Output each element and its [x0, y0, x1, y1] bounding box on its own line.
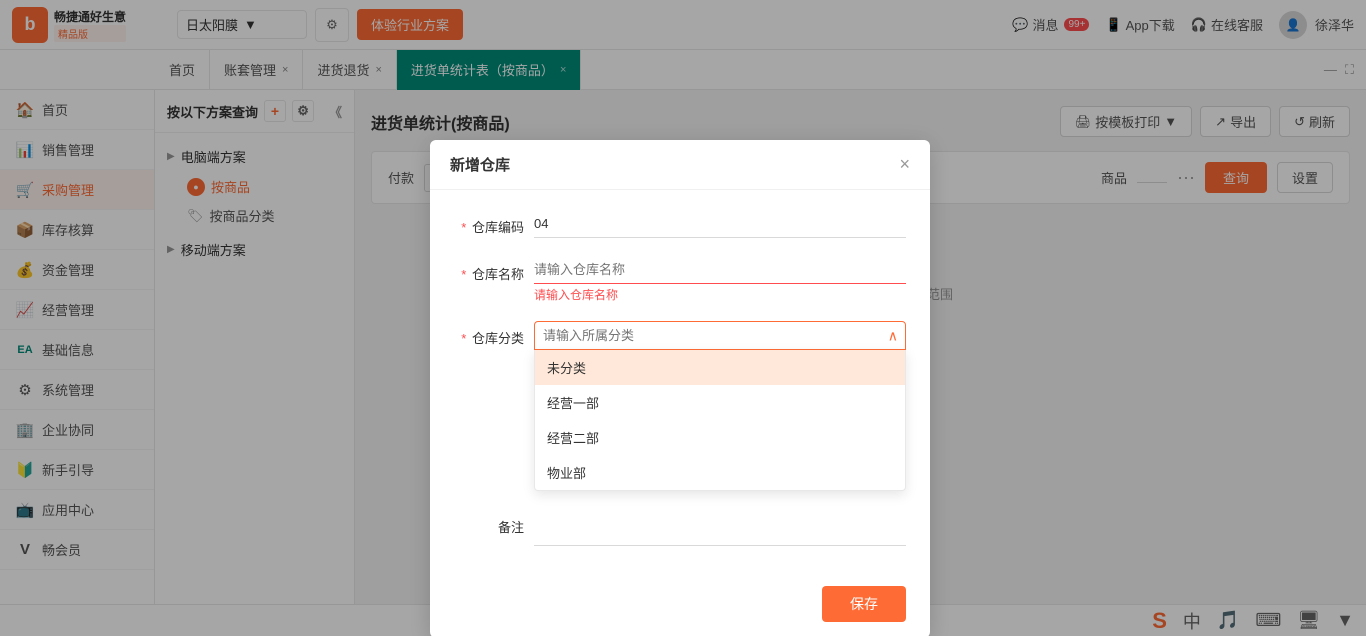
- code-input[interactable]: [534, 210, 906, 238]
- dropdown-item-2[interactable]: 经营二部: [535, 420, 905, 455]
- modal-body: * 仓库编码 * 仓库名称 请输入仓库名称 * 仓库分类: [430, 190, 930, 574]
- category-dropdown: 未分类 经营一部 经营二部 物业部: [534, 350, 906, 491]
- dropdown-item-3[interactable]: 物业部: [535, 455, 905, 490]
- save-button[interactable]: 保存: [822, 586, 906, 622]
- form-row-name: * 仓库名称 请输入仓库名称: [454, 256, 906, 303]
- new-warehouse-modal: 新增仓库 × * 仓库编码 * 仓库名称 请输入仓库名称: [430, 140, 930, 636]
- dropdown-item-0[interactable]: 未分类: [535, 350, 905, 385]
- form-row-note: 备注: [454, 510, 906, 546]
- name-label: * 仓库名称: [454, 257, 534, 283]
- category-input[interactable]: [534, 321, 906, 350]
- name-input[interactable]: [534, 256, 906, 284]
- category-arrow-icon: ∧: [888, 327, 898, 344]
- modal-title: 新增仓库: [450, 154, 510, 175]
- modal-footer: 保存: [430, 574, 930, 636]
- code-label: * 仓库编码: [454, 210, 534, 236]
- note-textarea[interactable]: [534, 510, 906, 546]
- category-label: * 仓库分类: [454, 321, 534, 347]
- note-label: 备注: [454, 510, 534, 536]
- dropdown-item-1[interactable]: 经营一部: [535, 385, 905, 420]
- modal-header: 新增仓库 ×: [430, 140, 930, 190]
- form-row-code: * 仓库编码: [454, 210, 906, 238]
- category-select-wrapper: ∧ 未分类 经营一部 经营二部 物业部: [534, 321, 906, 350]
- modal-close-button[interactable]: ×: [899, 154, 910, 175]
- name-error-msg: 请输入仓库名称: [534, 288, 618, 302]
- form-row-category: * 仓库分类 ∧ 未分类 经营一部 经营二部 物业部: [454, 321, 906, 350]
